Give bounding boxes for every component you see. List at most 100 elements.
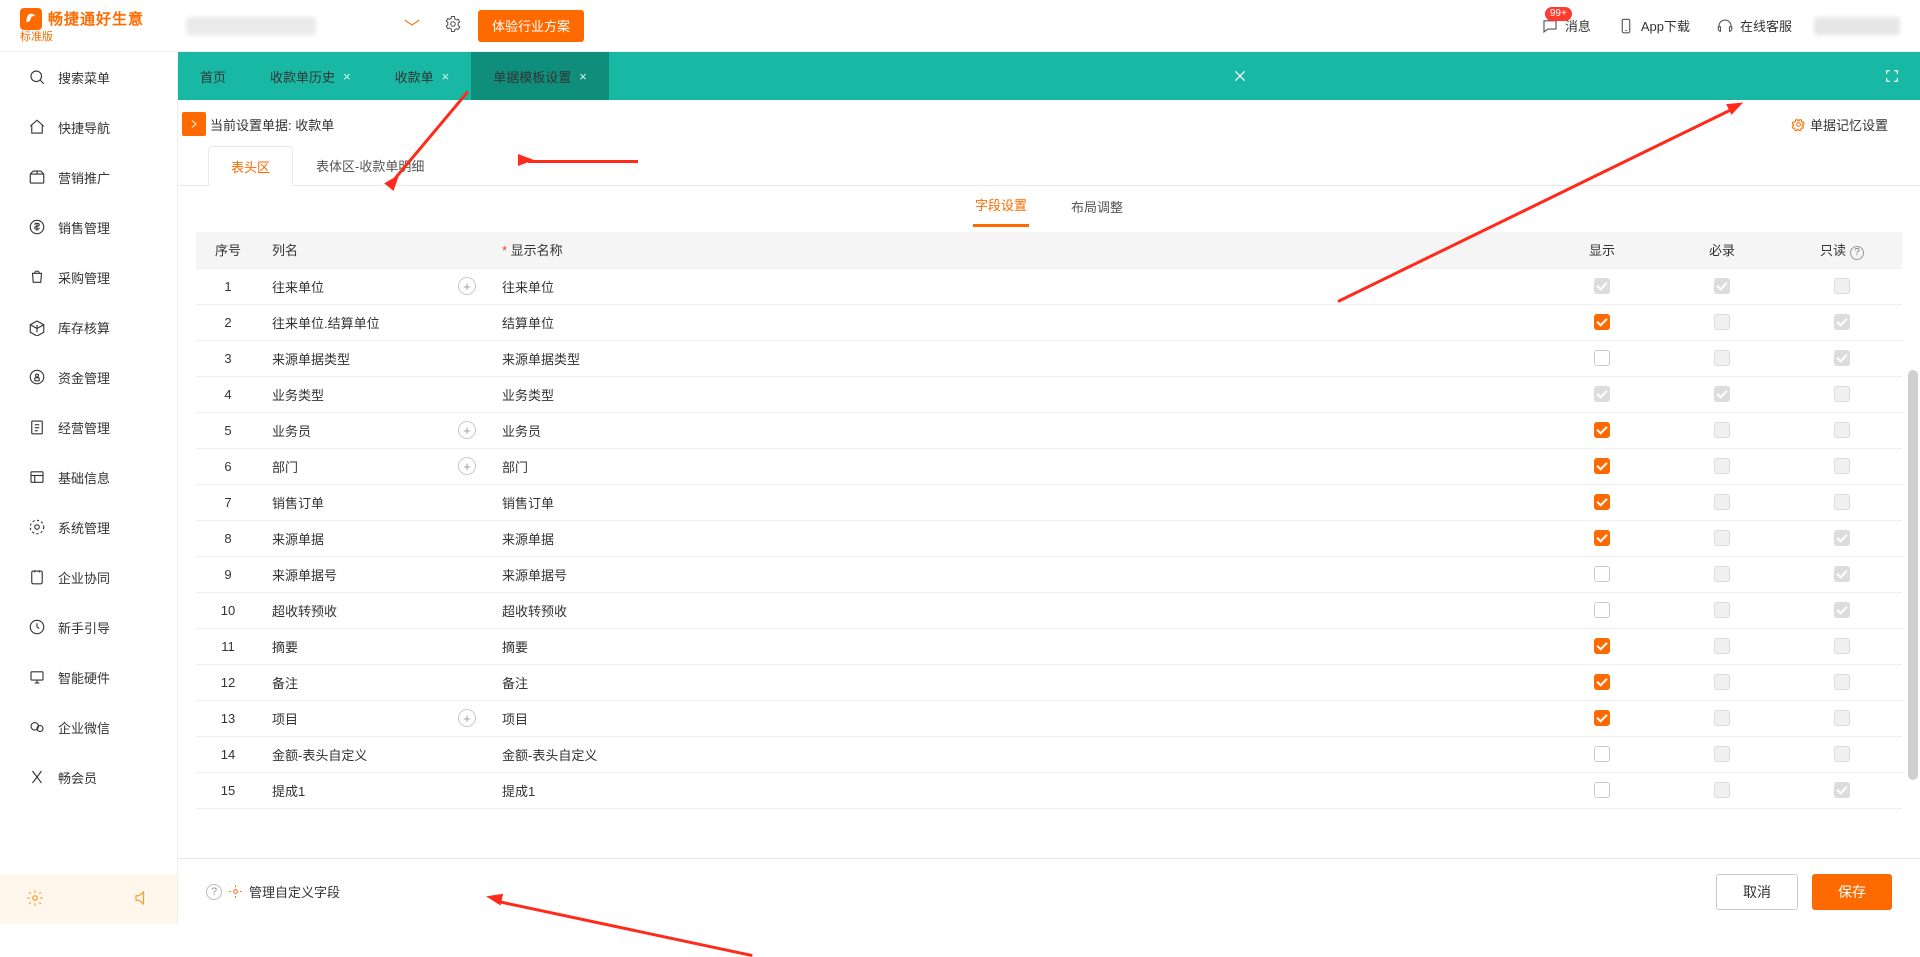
sidebar-item-system[interactable]: 系统管理 (0, 502, 177, 552)
customer-service-link[interactable]: 在线客服 (1716, 16, 1792, 35)
sidebar-item-collab[interactable]: 企业协同 (0, 552, 177, 602)
sidebar-item-quick[interactable]: 快捷导航 (0, 102, 177, 152)
tab-单据模板设置[interactable]: 单据模板设置× (471, 52, 609, 100)
cell-display-name[interactable]: 部门 (490, 448, 1542, 484)
add-icon[interactable]: + (458, 421, 476, 439)
checkbox[interactable] (1594, 602, 1610, 618)
checkbox[interactable] (1594, 674, 1610, 690)
close-icon[interactable]: × (442, 69, 450, 84)
cell-display-name[interactable]: 来源单据类型 (490, 340, 1542, 376)
close-icon[interactable]: × (579, 69, 587, 84)
sub-tab[interactable]: 字段设置 (973, 191, 1029, 227)
checkbox[interactable] (1594, 494, 1610, 510)
close-icon[interactable]: × (343, 69, 351, 84)
table-row: 5业务员+业务员 (196, 412, 1902, 448)
cell-show (1542, 340, 1662, 376)
save-button[interactable]: 保存 (1812, 874, 1892, 910)
cell-display-name[interactable]: 项目 (490, 700, 1542, 736)
org-name-blurred (186, 17, 316, 35)
cell-display-name[interactable]: 提成1 (490, 772, 1542, 808)
sidebar-item-hy[interactable]: 畅会员 (0, 752, 177, 802)
cell-display-name[interactable]: 摘要 (490, 628, 1542, 664)
cell-display-name[interactable]: 往来单位 (490, 268, 1542, 304)
cell-display-name[interactable]: 备注 (490, 664, 1542, 700)
cell-required (1662, 700, 1782, 736)
sidebar-item-guide[interactable]: 新手引导 (0, 602, 177, 652)
memory-settings-link[interactable]: 单据记忆设置 (1791, 115, 1888, 134)
tab-首页[interactable]: 首页 (178, 52, 248, 100)
checkbox[interactable] (1594, 710, 1610, 726)
checkbox (1834, 638, 1850, 654)
cell-col: 超收转预收 (260, 592, 490, 628)
help-icon[interactable]: ? (1850, 246, 1864, 260)
sidebar-item-label: 企业协同 (58, 568, 110, 587)
cell-show (1542, 484, 1662, 520)
cell-index: 7 (196, 484, 260, 520)
cell-display-name[interactable]: 结算单位 (490, 304, 1542, 340)
cell-display-name[interactable]: 金额-表头自定义 (490, 736, 1542, 772)
wechat-icon (28, 718, 46, 736)
checkbox[interactable] (1594, 746, 1610, 762)
sidebar-item-basic[interactable]: 基础信息 (0, 452, 177, 502)
sidebar-item-sales[interactable]: 销售管理 (0, 202, 177, 252)
cell-display-name[interactable]: 来源单据号 (490, 556, 1542, 592)
cell-required (1662, 268, 1782, 304)
checkbox[interactable] (1594, 422, 1610, 438)
sidebar-item-inventory[interactable]: 库存核算 (0, 302, 177, 352)
add-icon[interactable]: + (458, 457, 476, 475)
th-index: 序号 (196, 232, 260, 268)
sidebar-item-biz[interactable]: 经营管理 (0, 402, 177, 452)
checkbox (1714, 710, 1730, 726)
settings-icon[interactable] (26, 889, 44, 910)
cell-display-name[interactable]: 业务类型 (490, 376, 1542, 412)
cell-display-name[interactable]: 业务员 (490, 412, 1542, 448)
tab-收款单[interactable]: 收款单× (373, 52, 472, 100)
org-selector[interactable]: ﹀ (178, 10, 428, 42)
checkbox[interactable] (1594, 566, 1610, 582)
close-all-icon[interactable] (1220, 68, 1260, 84)
checkbox[interactable] (1594, 530, 1610, 546)
add-icon[interactable]: + (458, 277, 476, 295)
checkbox[interactable] (1594, 458, 1610, 474)
area-tab[interactable]: 表头区 (208, 146, 293, 186)
messages-link[interactable]: 99+ 消息 (1541, 16, 1591, 35)
fullscreen-icon[interactable] (1872, 68, 1912, 84)
help-icon[interactable]: ? (206, 884, 222, 900)
cell-display-name[interactable]: 超收转预收 (490, 592, 1542, 628)
checkbox[interactable] (1594, 350, 1610, 366)
gear-icon[interactable] (444, 15, 462, 36)
add-icon[interactable]: + (458, 709, 476, 727)
gear-icon (1791, 117, 1806, 132)
sidebar-item-hardware[interactable]: 智能硬件 (0, 652, 177, 702)
try-plan-button[interactable]: 体验行业方案 (478, 10, 584, 42)
checkbox (1714, 314, 1730, 330)
sidebar-item-search[interactable]: 搜索菜单 (0, 52, 177, 102)
cell-readonly (1782, 304, 1902, 340)
sidebar-item-label: 企业微信 (58, 718, 110, 737)
sidebar-item-marketing[interactable]: 营销推广 (0, 152, 177, 202)
context-row: 当前设置单据: 收款单 单据记忆设置 (178, 104, 1920, 144)
checkbox[interactable] (1594, 782, 1610, 798)
sidebar-item-finance[interactable]: 资金管理 (0, 352, 177, 402)
checkbox (1834, 674, 1850, 690)
checkbox (1714, 350, 1730, 366)
area-tab[interactable]: 表体区-收款单明细 (293, 145, 447, 185)
cell-display-name[interactable]: 销售订单 (490, 484, 1542, 520)
scrollbar-thumb[interactable] (1908, 370, 1918, 780)
cell-display-name[interactable]: 来源单据 (490, 520, 1542, 556)
sidebar-item-wechat[interactable]: 企业微信 (0, 702, 177, 752)
sound-icon[interactable] (133, 889, 151, 910)
sub-tab[interactable]: 布局调整 (1069, 193, 1125, 226)
checkbox[interactable] (1594, 638, 1610, 654)
expand-context-icon[interactable] (182, 112, 206, 136)
app-download-link[interactable]: App下载 (1617, 16, 1690, 35)
checkbox (1714, 386, 1730, 402)
manage-custom-fields-link[interactable]: ? 管理自定义字段 (206, 882, 340, 901)
tab-收款单历史[interactable]: 收款单历史× (248, 52, 373, 100)
sidebar-item-purchase[interactable]: 采购管理 (0, 252, 177, 302)
cancel-button[interactable]: 取消 (1716, 874, 1798, 910)
user-name-blurred[interactable] (1814, 17, 1900, 35)
context-label: 当前设置单据: (210, 115, 292, 134)
checkbox (1714, 422, 1730, 438)
checkbox[interactable] (1594, 314, 1610, 330)
